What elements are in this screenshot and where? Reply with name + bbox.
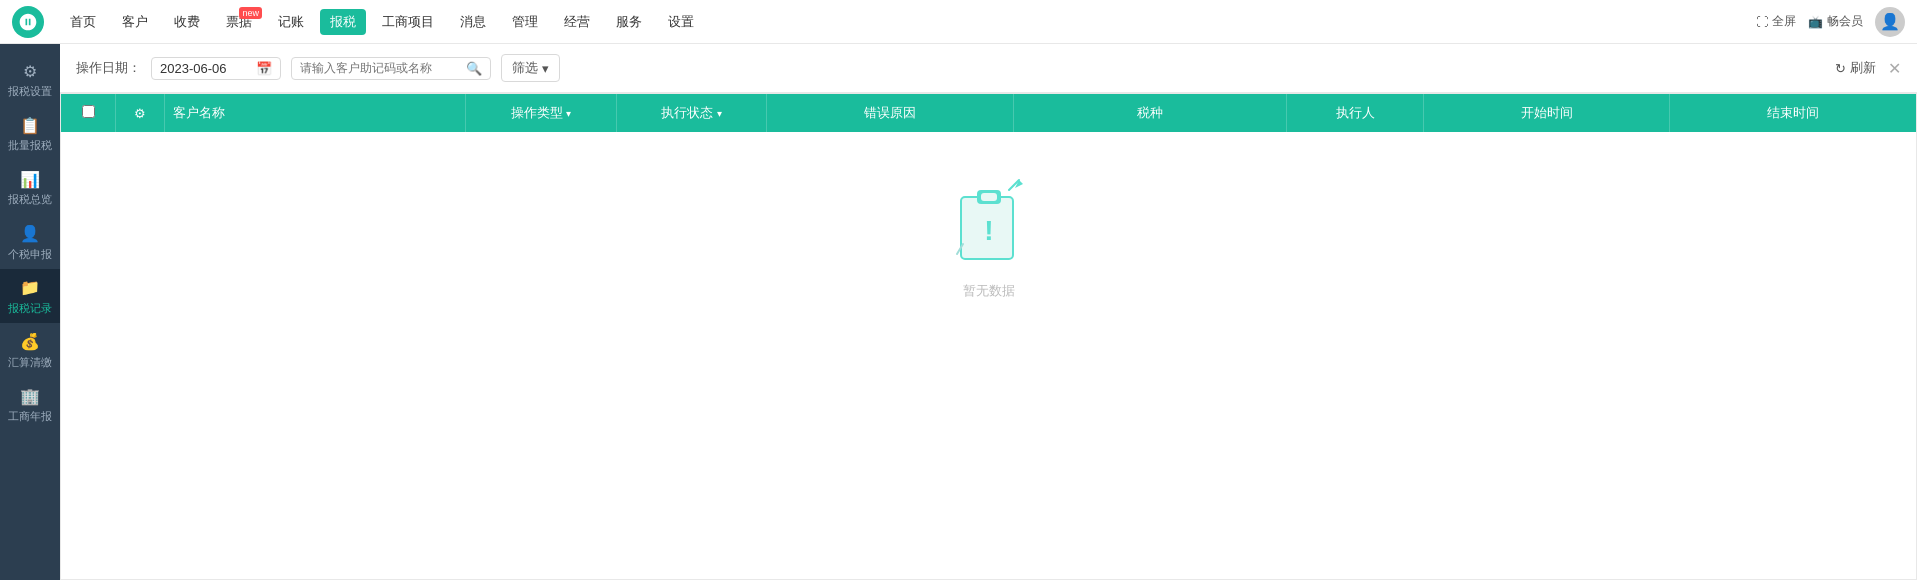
th-exec-status[interactable]: 执行状态 ▾: [616, 94, 766, 132]
fullscreen-label: 全屏: [1772, 13, 1796, 30]
nav-item-service[interactable]: 服务: [606, 9, 652, 35]
refresh-label: 刷新: [1850, 59, 1876, 77]
nav-item-customer[interactable]: 客户: [112, 9, 158, 35]
th-exec-status-label: 执行状态: [661, 105, 713, 120]
sidebar-item-annual-report[interactable]: 🏢 工商年报: [0, 377, 60, 431]
sidebar-label-settlement: 汇算清缴: [8, 356, 52, 369]
top-nav-right: ⛶ 全屏 📺 畅会员 👤: [1756, 7, 1905, 37]
sidebar-label-personal-tax: 个税申报: [8, 248, 52, 261]
sidebar-item-personal-tax[interactable]: 👤 个税申报: [0, 215, 60, 269]
nav-item-bookkeeping[interactable]: 记账: [268, 9, 314, 35]
badge-new: new: [239, 7, 262, 20]
th-op-type-label: 操作类型: [511, 105, 563, 120]
avatar[interactable]: 👤: [1875, 7, 1905, 37]
content-area: 操作日期： 📅 🔍 筛选 ▾ ↻ 刷新 ✕: [60, 44, 1917, 580]
search-wrapper: 🔍: [291, 57, 491, 80]
nav-item-bizproject[interactable]: 工商项目: [372, 9, 444, 35]
sidebar-label-tax-record: 报税记录: [8, 302, 52, 315]
nav-item-settings[interactable]: 设置: [658, 9, 704, 35]
filter-exec-status-icon: ▾: [717, 108, 722, 119]
svg-rect-2: [981, 193, 997, 201]
nav-item-tax[interactable]: 报税: [320, 9, 366, 35]
nav-item-invoice[interactable]: 票据new: [216, 9, 262, 35]
sidebar-label-tax-settings: 报税设置: [8, 85, 52, 98]
nav-items: 首页客户收费票据new记账报税工商项目消息管理经营服务设置: [60, 9, 1756, 35]
close-button[interactable]: ✕: [1888, 59, 1901, 78]
filter-label: 筛选: [512, 59, 538, 77]
calendar-icon[interactable]: 📅: [256, 61, 272, 76]
sidebar-icon-tax-settings: ⚙: [19, 60, 41, 82]
sidebar-icon-tax-overview: 📊: [19, 168, 41, 190]
data-table: ⚙ 客户名称 操作类型 ▾ 执行状态 ▾ 错误原因 税种 执行: [61, 94, 1916, 132]
nav-item-manage[interactable]: 管理: [502, 9, 548, 35]
sidebar-icon-batch-tax: 📋: [19, 114, 41, 136]
date-input[interactable]: [160, 61, 250, 76]
refresh-icon: ↻: [1835, 61, 1846, 76]
th-start-time: 开始时间: [1423, 94, 1669, 132]
th-tax-type: 税种: [1013, 94, 1287, 132]
sidebar-item-batch-tax[interactable]: 📋 批量报税: [0, 106, 60, 160]
th-end-time: 结束时间: [1670, 94, 1916, 132]
sidebar-label-annual-report: 工商年报: [8, 410, 52, 423]
sidebar: ⚙ 报税设置 📋 批量报税 📊 报税总览 👤 个税申报 📁 报税记录 💰 汇算清缴 🏢 工商年报: [0, 44, 60, 580]
sidebar-item-settlement[interactable]: 💰 汇算清缴: [0, 323, 60, 377]
empty-illustration: !: [939, 172, 1039, 272]
nav-item-home[interactable]: 首页: [60, 9, 106, 35]
date-label: 操作日期：: [76, 59, 141, 77]
empty-text: 暂无数据: [963, 282, 1015, 300]
sidebar-item-tax-settings[interactable]: ⚙ 报税设置: [0, 52, 60, 106]
logo[interactable]: [12, 6, 44, 38]
member-label: 畅会员: [1827, 13, 1863, 30]
th-error-reason: 错误原因: [767, 94, 1013, 132]
search-icon[interactable]: 🔍: [466, 61, 482, 76]
th-op-type[interactable]: 操作类型 ▾: [466, 94, 616, 132]
main-layout: ⚙ 报税设置 📋 批量报税 📊 报税总览 👤 个税申报 📁 报税记录 💰 汇算清缴 🏢 工商年报 操作日期…: [0, 44, 1917, 580]
member-icon: 📺: [1808, 15, 1823, 29]
toolbar-right: ↻ 刷新 ✕: [1835, 59, 1901, 78]
sidebar-label-batch-tax: 批量报税: [8, 139, 52, 152]
filter-op-type-icon: ▾: [566, 108, 571, 119]
sidebar-item-tax-overview[interactable]: 📊 报税总览: [0, 160, 60, 214]
th-customer-name: 客户名称: [165, 94, 466, 132]
nav-item-operation[interactable]: 经营: [554, 9, 600, 35]
table-wrapper: ⚙ 客户名称 操作类型 ▾ 执行状态 ▾ 错误原因 税种 执行: [60, 93, 1917, 580]
th-executor: 执行人: [1287, 94, 1424, 132]
th-gear[interactable]: ⚙: [116, 94, 165, 132]
gear-icon: ⚙: [134, 106, 146, 121]
table-header-row: ⚙ 客户名称 操作类型 ▾ 执行状态 ▾ 错误原因 税种 执行: [61, 94, 1916, 132]
date-input-wrapper: 📅: [151, 57, 281, 80]
sidebar-label-tax-overview: 报税总览: [8, 193, 52, 206]
refresh-button[interactable]: ↻ 刷新: [1835, 59, 1876, 77]
nav-item-billing[interactable]: 收费: [164, 9, 210, 35]
th-checkbox[interactable]: [61, 94, 116, 132]
search-input[interactable]: [300, 61, 462, 75]
chevron-down-icon: ▾: [542, 61, 549, 76]
filter-button[interactable]: 筛选 ▾: [501, 54, 560, 82]
sidebar-item-tax-record[interactable]: 📁 报税记录: [0, 269, 60, 323]
svg-text:!: !: [984, 215, 993, 246]
top-nav: 首页客户收费票据new记账报税工商项目消息管理经营服务设置 ⛶ 全屏 📺 畅会员…: [0, 0, 1917, 44]
sidebar-icon-annual-report: 🏢: [19, 385, 41, 407]
empty-state: ! 暂无数据: [61, 132, 1916, 330]
sidebar-icon-personal-tax: 👤: [19, 223, 41, 245]
select-all-checkbox[interactable]: [82, 105, 95, 118]
sidebar-icon-settlement: 💰: [19, 331, 41, 353]
fullscreen-button[interactable]: ⛶ 全屏: [1756, 13, 1796, 30]
toolbar: 操作日期： 📅 🔍 筛选 ▾ ↻ 刷新 ✕: [60, 44, 1917, 93]
member-button[interactable]: 📺 畅会员: [1808, 13, 1863, 30]
sidebar-icon-tax-record: 📁: [19, 277, 41, 299]
fullscreen-icon: ⛶: [1756, 15, 1768, 29]
nav-item-message[interactable]: 消息: [450, 9, 496, 35]
